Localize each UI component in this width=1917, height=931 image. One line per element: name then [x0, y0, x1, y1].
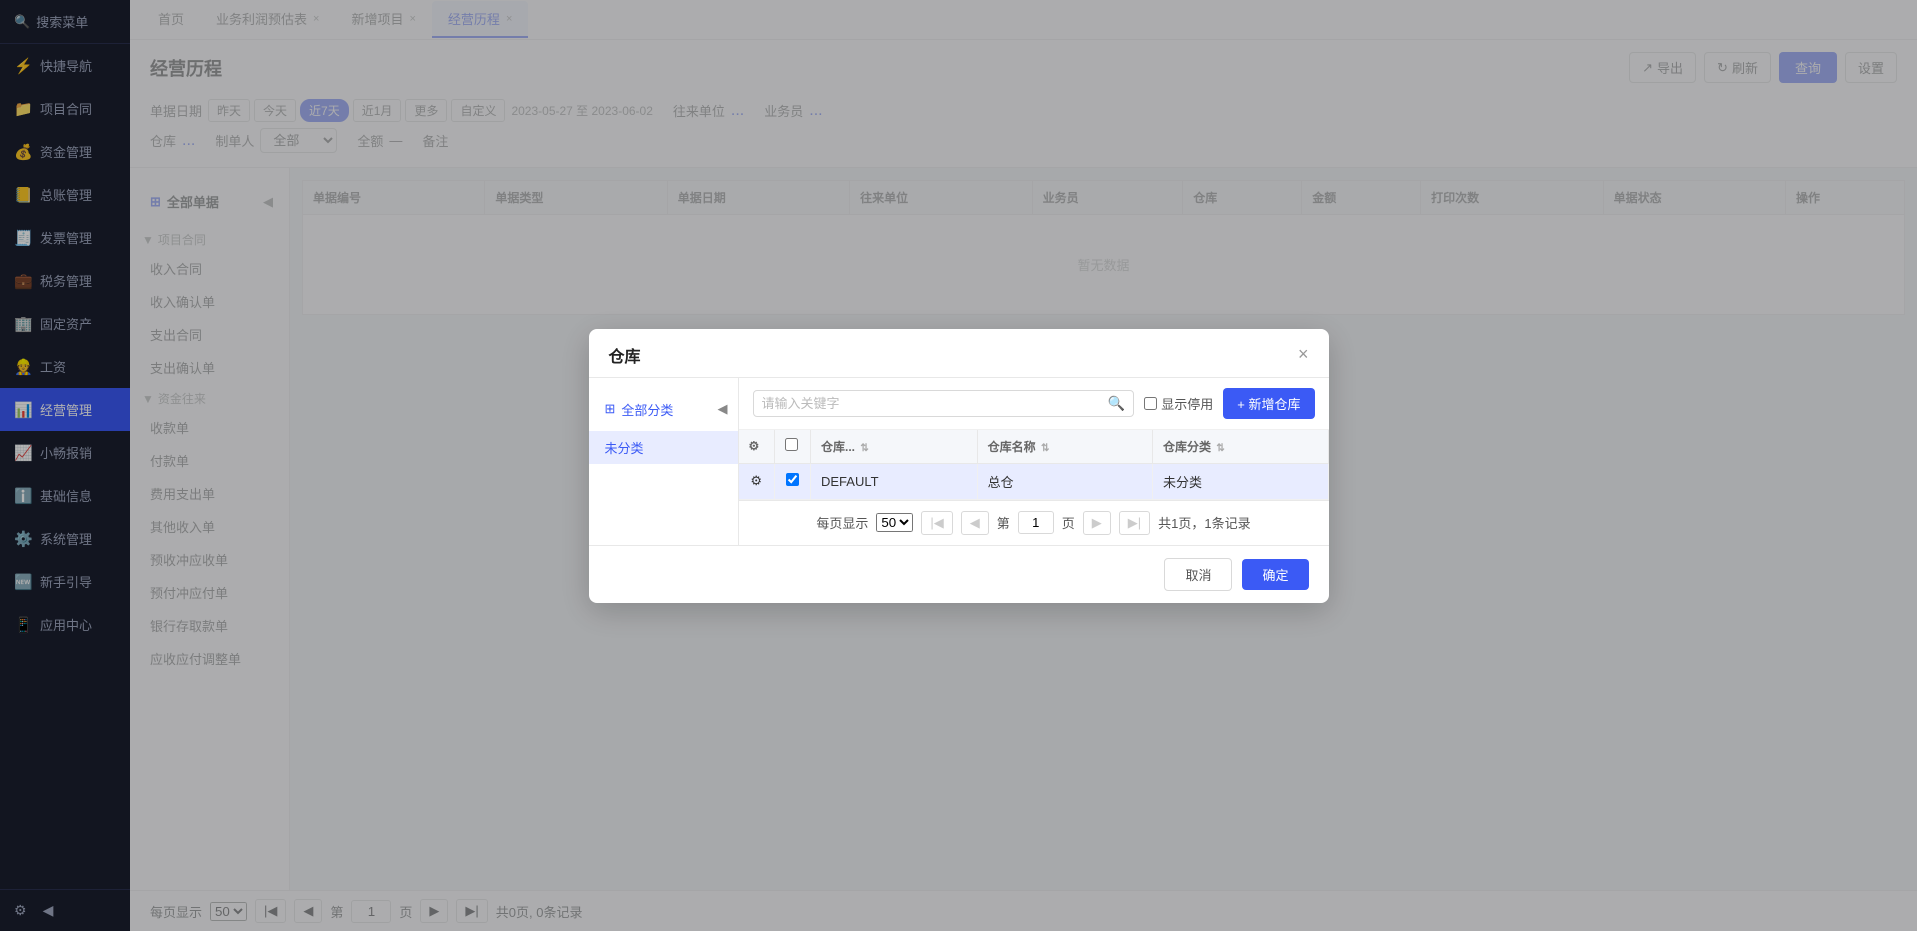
grid-icon-modal: ⊞ [605, 401, 616, 417]
modal-page-suffix: 页 [1062, 513, 1075, 532]
modal-body: ⊞ 全部分类 ◀ 未分类 🔍 显示停用 [589, 378, 1329, 545]
show-disabled-label[interactable]: 显示停用 [1144, 394, 1213, 413]
sort-arrows-category[interactable]: ⇅ [1216, 443, 1224, 454]
warehouse-modal: 仓库 × ⊞ 全部分类 ◀ 未分类 [589, 329, 1329, 603]
select-all-checkbox[interactable] [785, 438, 798, 451]
modal-col-code: 仓库... ⇅ [811, 430, 978, 464]
modal-page-label: 第 [997, 513, 1010, 532]
modal-next-page[interactable]: ▶ [1083, 511, 1111, 535]
modal-search-input[interactable] [762, 396, 1108, 411]
show-disabled-checkbox[interactable] [1144, 397, 1157, 410]
modal-right: 🔍 显示停用 + 新增仓库 ⚙ [739, 378, 1329, 545]
row-code: DEFAULT [811, 463, 978, 499]
cancel-button[interactable]: 取消 [1164, 558, 1232, 591]
modal-first-page[interactable]: |◀ [921, 511, 952, 535]
sort-arrows-code[interactable]: ⇅ [860, 443, 868, 454]
modal-warehouse-table: ⚙ 仓库... ⇅ 仓库名称 ⇅ [739, 430, 1329, 500]
row-category: 未分类 [1153, 463, 1328, 499]
modal-toolbar: 🔍 显示停用 + 新增仓库 [739, 378, 1329, 430]
modal-last-page[interactable]: ▶| [1119, 511, 1150, 535]
row-settings-icon[interactable]: ⚙ [739, 463, 775, 499]
modal-search-icon: 🔍 [1108, 395, 1125, 412]
modal-overlay: 仓库 × ⊞ 全部分类 ◀ 未分类 [0, 0, 1917, 931]
modal-page-input[interactable] [1018, 511, 1054, 534]
modal-total-text: 共1页，1条记录 [1158, 513, 1250, 532]
modal-per-page-label: 每页显示 [816, 513, 868, 532]
modal-prev-page[interactable]: ◀ [961, 511, 989, 535]
modal-table-container: ⚙ 仓库... ⇅ 仓库名称 ⇅ [739, 430, 1329, 500]
modal-all-category[interactable]: ⊞ 全部分类 [593, 392, 686, 427]
table-row[interactable]: ⚙ DEFAULT 总仓 未分类 [739, 463, 1329, 499]
row-checkbox[interactable] [775, 463, 811, 499]
modal-col-name: 仓库名称 ⇅ [977, 430, 1152, 464]
row-name: 总仓 [977, 463, 1152, 499]
modal-footer: 取消 确定 [589, 545, 1329, 603]
modal-left-nav: ⊞ 全部分类 ◀ 未分类 [589, 378, 739, 545]
modal-pagination: 每页显示 50 |◀ ◀ 第 页 ▶ ▶| 共1页，1条记录 [739, 500, 1329, 545]
modal-title: 仓库 [609, 343, 641, 367]
add-warehouse-button[interactable]: + 新增仓库 [1223, 388, 1314, 419]
modal-nav-collapse[interactable]: ◀ [712, 397, 734, 421]
modal-col-settings[interactable]: ⚙ [739, 430, 775, 464]
modal-header: 仓库 × [589, 329, 1329, 378]
sort-arrows-name[interactable]: ⇅ [1041, 443, 1049, 454]
confirm-button[interactable]: 确定 [1242, 559, 1308, 590]
modal-search-box[interactable]: 🔍 [753, 390, 1135, 417]
row-select-checkbox[interactable] [786, 473, 799, 486]
modal-col-checkbox [775, 430, 811, 464]
modal-uncategorized[interactable]: 未分类 [589, 431, 738, 464]
modal-col-category: 仓库分类 ⇅ [1153, 430, 1328, 464]
modal-close-button[interactable]: × [1298, 344, 1309, 365]
modal-per-page-select[interactable]: 50 [876, 513, 913, 532]
